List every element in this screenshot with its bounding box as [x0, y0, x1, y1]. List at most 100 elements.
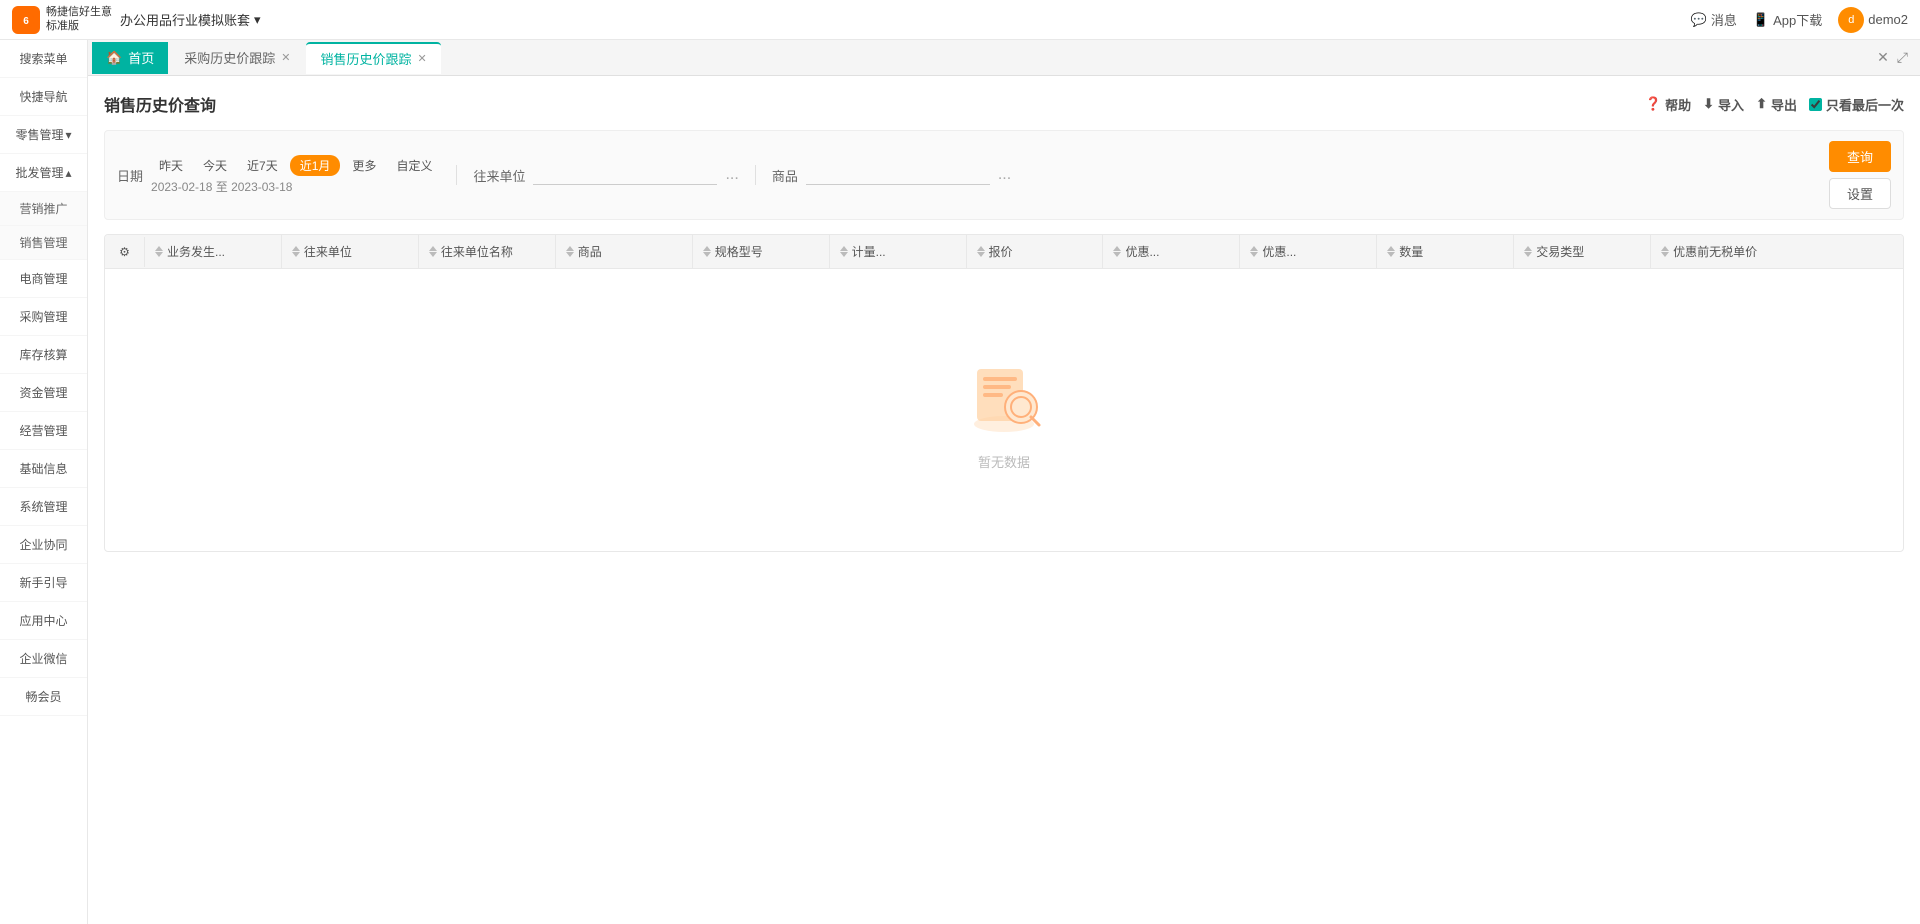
messages-button[interactable]: 💬 消息 [1691, 10, 1737, 29]
close-purchase-tab-icon[interactable]: ✕ [281, 51, 290, 64]
sidebar-item-inventory[interactable]: 库存核算 [0, 336, 87, 374]
tab-home[interactable]: 🏠 首页 [92, 42, 168, 74]
sidebar-item-basic-info[interactable]: 基础信息 [0, 450, 87, 488]
sidebar: 搜索菜单 快捷导航 零售管理 ▾ 批发管理 ▴ 营销推广 销售管理 电商管理 采… [0, 40, 88, 924]
sort-up-icon [1250, 246, 1258, 251]
th-unit: 计量... [830, 235, 967, 268]
sidebar-item-operations[interactable]: 经营管理 [0, 412, 87, 450]
date-btn-more[interactable]: 更多 [344, 155, 384, 176]
product-input[interactable] [806, 165, 990, 185]
close-sales-tab-icon[interactable]: ✕ [417, 52, 426, 65]
sort-down-icon [566, 252, 574, 257]
sort-up-icon [429, 246, 437, 251]
export-icon: ⬆ [1756, 96, 1767, 112]
th-unit-code: 往来单位 [282, 235, 419, 268]
close-window-icon[interactable]: ✕ [1877, 49, 1889, 66]
sort-unit[interactable] [840, 246, 848, 257]
settings-icon[interactable]: ⚙ [119, 245, 130, 259]
sort-discount1[interactable] [1113, 246, 1121, 257]
main-layout: 搜索菜单 快捷导航 零售管理 ▾ 批发管理 ▴ 营销推广 销售管理 电商管理 采… [0, 40, 1920, 924]
sort-quantity[interactable] [1387, 246, 1395, 257]
sort-down-icon [429, 252, 437, 257]
th-unit-name: 往来单位名称 [419, 235, 556, 268]
date-label: 日期 [117, 166, 143, 185]
sidebar-item-quick-nav[interactable]: 快捷导航 [0, 78, 87, 116]
sidebar-item-member[interactable]: 畅会员 [0, 678, 87, 716]
sidebar-item-system[interactable]: 系统管理 [0, 488, 87, 526]
sort-up-icon [840, 246, 848, 251]
sort-up-icon [1387, 246, 1395, 251]
th-settings[interactable]: ⚙ [105, 237, 145, 267]
account-dropdown[interactable]: 办公用品行业模拟账套 ▾ [120, 10, 1683, 29]
main-area: 🏠 首页 采购历史价跟踪 ✕ 销售历史价跟踪 ✕ ✕ ⤢ 销售历史价查询 [88, 40, 1920, 924]
sort-up-icon [566, 246, 574, 251]
source-unit-input[interactable] [533, 165, 717, 185]
sort-down-icon [155, 252, 163, 257]
only-last-checkbox[interactable]: 只看最后一次 [1809, 95, 1904, 114]
product-lookup-icon[interactable]: ... [998, 166, 1011, 184]
logo-text: 畅捷信好生意 标准版 [46, 6, 112, 32]
source-unit-filter: 往来单位 ... [473, 165, 738, 185]
empty-illustration [959, 349, 1049, 442]
sort-pretax-price[interactable] [1661, 246, 1669, 257]
sidebar-item-app-center[interactable]: 应用中心 [0, 602, 87, 640]
sort-spec[interactable] [703, 246, 711, 257]
app-download-button[interactable]: 📱 App下载 [1753, 10, 1822, 29]
maximize-window-icon[interactable]: ⤢ [1897, 49, 1908, 66]
avatar-icon: d [1838, 7, 1864, 33]
sidebar-item-sales[interactable]: 销售管理 [0, 226, 87, 260]
empty-text: 暂无数据 [978, 452, 1030, 471]
date-buttons: 昨天 今天 近7天 近1月 更多 自定义 [151, 155, 440, 176]
th-quantity: 数量 [1377, 235, 1514, 268]
sort-down-icon [703, 252, 711, 257]
svg-text:6: 6 [23, 16, 29, 27]
sidebar-item-wholesale[interactable]: 批发管理 ▴ [0, 154, 87, 192]
product-filter: 商品 ... [772, 165, 1011, 185]
sidebar-item-marketing[interactable]: 营销推广 [0, 192, 87, 226]
sort-product[interactable] [566, 246, 574, 257]
sort-price[interactable] [977, 246, 985, 257]
date-btn-1month[interactable]: 近1月 [290, 155, 341, 176]
sidebar-item-purchase[interactable]: 采购管理 [0, 298, 87, 336]
date-btn-yesterday[interactable]: 昨天 [151, 155, 191, 176]
date-btn-custom[interactable]: 自定义 [388, 155, 440, 176]
sidebar-item-ecommerce[interactable]: 电商管理 [0, 260, 87, 298]
help-button[interactable]: ❓ 帮助 [1645, 95, 1691, 114]
filter-divider-2 [755, 165, 756, 185]
date-btn-today[interactable]: 今天 [195, 155, 235, 176]
home-icon: 🏠 [106, 50, 122, 66]
sidebar-sub-wholesale: 营销推广 销售管理 [0, 192, 87, 260]
th-product: 商品 [556, 235, 693, 268]
tab-purchase-history[interactable]: 采购历史价跟踪 ✕ [170, 42, 304, 74]
sidebar-item-enterprise[interactable]: 企业协同 [0, 526, 87, 564]
tab-sales-history[interactable]: 销售历史价跟踪 ✕ [306, 42, 440, 74]
import-button[interactable]: ⬇ 导入 [1703, 95, 1744, 114]
chevron-up-icon: ▴ [65, 166, 71, 180]
top-bar-right: 💬 消息 📱 App下载 d demo2 [1691, 7, 1908, 33]
query-button[interactable]: 查询 [1829, 141, 1891, 172]
data-table: ⚙ 业务发生... 往来单位 [104, 234, 1904, 552]
source-unit-lookup-icon[interactable]: ... [725, 166, 738, 184]
sort-up-icon [703, 246, 711, 251]
sort-trade-type[interactable] [1524, 246, 1532, 257]
sort-unit-name[interactable] [429, 246, 437, 257]
sort-down-icon [292, 252, 300, 257]
date-btn-7days[interactable]: 近7天 [239, 155, 286, 176]
sidebar-item-retail[interactable]: 零售管理 ▾ [0, 116, 87, 154]
sidebar-item-corp-wechat[interactable]: 企业微信 [0, 640, 87, 678]
sort-unit-code[interactable] [292, 246, 300, 257]
sort-biz-date[interactable] [155, 246, 163, 257]
export-button[interactable]: ⬆ 导出 [1756, 95, 1797, 114]
only-last-checkbox-input[interactable] [1809, 98, 1822, 111]
sidebar-item-finance[interactable]: 资金管理 [0, 374, 87, 412]
user-avatar[interactable]: d demo2 [1838, 7, 1908, 33]
th-discount2: 优惠... [1240, 235, 1377, 268]
help-icon: ❓ [1645, 96, 1661, 112]
sidebar-item-search-menu[interactable]: 搜索菜单 [0, 40, 87, 78]
settings-button[interactable]: 设置 [1829, 178, 1891, 209]
page-title: 销售历史价查询 [104, 92, 216, 116]
sort-up-icon [292, 246, 300, 251]
sort-discount2[interactable] [1250, 246, 1258, 257]
th-biz-date: 业务发生... [145, 235, 282, 268]
sidebar-item-guide[interactable]: 新手引导 [0, 564, 87, 602]
